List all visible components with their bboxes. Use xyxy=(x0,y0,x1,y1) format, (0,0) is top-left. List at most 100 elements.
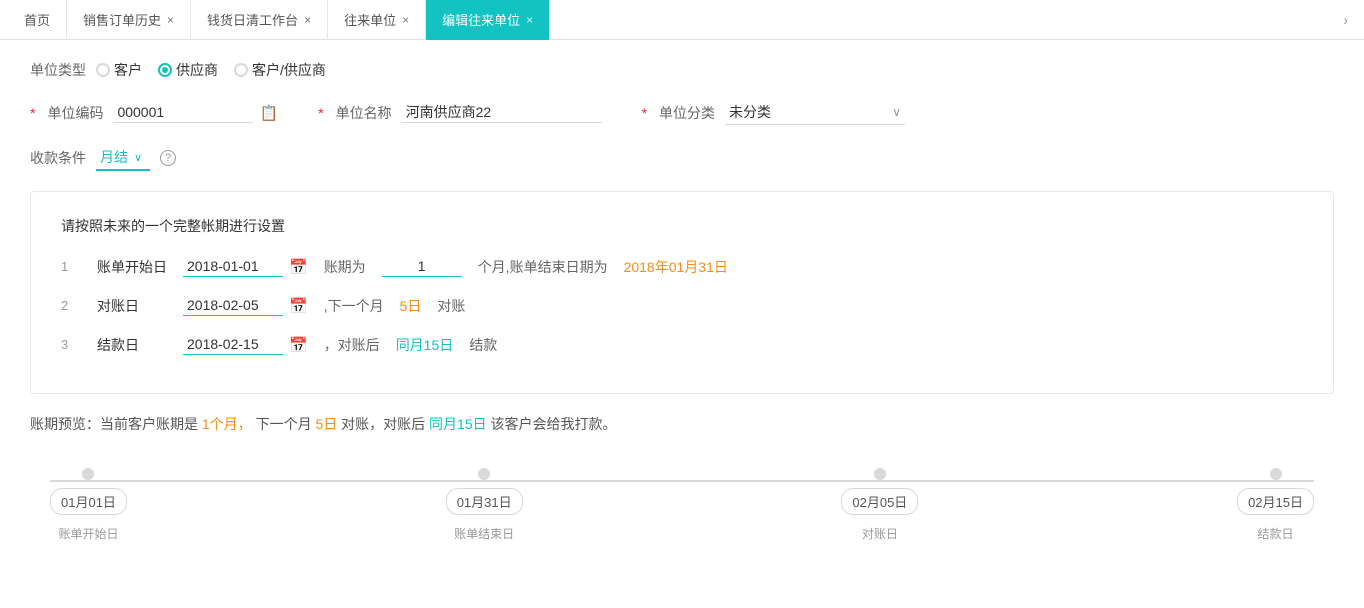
unit-name-input[interactable] xyxy=(402,102,602,123)
timeline-dot-1 xyxy=(478,468,490,480)
timeline-item-1: 01月31日 账单结束日 xyxy=(446,468,523,542)
radio-both-label: 客户/供应商 xyxy=(252,60,326,80)
date-input-2[interactable] xyxy=(183,295,283,316)
payment-chevron-icon: ∨ xyxy=(134,151,142,164)
chevron-down-icon: ∨ xyxy=(892,105,901,119)
row-num-3: 3 xyxy=(61,337,81,352)
period-row-3: 3 结款日 📅 ，对账后 同月15日 结款 xyxy=(61,334,1303,355)
day-highlight-3: 同月15日 xyxy=(396,335,454,355)
unit-category-select[interactable]: 未分类 ∨ xyxy=(725,100,905,125)
required-star-name: * xyxy=(318,105,323,121)
preview-section: 账期预览：当前客户账期是 1个月， 下一个月 5日 对账，对账后 同月15日 该… xyxy=(30,414,1334,434)
date-input-1[interactable] xyxy=(183,256,283,277)
radio-customer[interactable]: 客户 xyxy=(96,60,142,80)
timeline-dot-0 xyxy=(82,468,94,480)
required-star-category: * xyxy=(642,105,647,121)
close-tab-edit-partner[interactable]: × xyxy=(526,13,533,27)
timeline-item-0: 01月01日 账单开始日 xyxy=(50,468,127,542)
preview-middle: 下一个月 xyxy=(256,416,312,432)
close-tab-cash-work[interactable]: × xyxy=(304,13,311,27)
unit-code-calendar-icon[interactable]: 📋 xyxy=(259,104,278,122)
tab-sales-history[interactable]: 销售订单历史 × xyxy=(67,0,191,40)
payment-condition-row: 收款条件 月结 ∨ ? xyxy=(30,145,1334,171)
period-title: 请按照未来的一个完整帐期进行设置 xyxy=(61,216,1303,236)
timeline-label-2: 对账日 xyxy=(862,525,898,542)
radio-supplier[interactable]: 供应商 xyxy=(158,60,218,80)
unit-info-row: * 单位编码 📋 * 单位名称 * 单位分类 未分类 ∨ xyxy=(30,100,1334,125)
radio-circle-both xyxy=(234,63,248,77)
radio-circle-supplier xyxy=(158,63,172,77)
period-row-2: 2 对账日 📅 ,下一个月 5日 对账 xyxy=(61,295,1303,316)
payment-condition-value: 月结 xyxy=(100,147,128,167)
unit-code-input[interactable] xyxy=(113,102,253,123)
timeline-items: 01月01日 账单开始日 01月31日 账单结束日 02月05日 对账日 02月… xyxy=(50,468,1314,542)
month-input-1[interactable] xyxy=(382,256,462,277)
tab-partner-label: 往来单位 xyxy=(344,10,396,29)
payment-condition-select[interactable]: 月结 ∨ xyxy=(96,145,150,171)
radio-dot-supplier xyxy=(162,67,168,73)
unit-code-wrapper: 📋 xyxy=(113,102,278,123)
period-end-date-highlight: 2018年01月31日 xyxy=(624,257,728,277)
preview-highlight3: 同月15日 xyxy=(429,416,487,432)
radio-supplier-label: 供应商 xyxy=(176,60,218,80)
timeline-badge-2: 02月05日 xyxy=(841,488,918,515)
timeline-badge-3: 02月15日 xyxy=(1237,488,1314,515)
row-num-1: 1 xyxy=(61,259,81,274)
radio-circle-customer xyxy=(96,63,110,77)
preview-after-check: 对账，对账后 xyxy=(341,416,425,432)
suffix-row2: ,下一个月 xyxy=(324,296,384,316)
suffix-row3: ，对账后 xyxy=(324,335,380,355)
row-label-3: 结款日 xyxy=(97,335,167,355)
period-row-1: 1 账单开始日 📅 账期为 个月,账单结束日期为 2018年01月31日 xyxy=(61,256,1303,277)
payment-condition-label: 收款条件 xyxy=(30,148,86,168)
preview-highlight2: 5日 xyxy=(315,416,337,432)
tab-more-button[interactable]: › xyxy=(1335,12,1356,28)
timeline-label-1: 账单结束日 xyxy=(454,525,514,542)
row-label-2: 对账日 xyxy=(97,296,167,316)
close-tab-partner[interactable]: × xyxy=(402,13,409,27)
tab-home[interactable]: 首页 xyxy=(8,0,67,40)
calendar-icon-1[interactable]: 📅 xyxy=(289,258,308,276)
tab-cash-work-label: 钱货日清工作台 xyxy=(207,10,298,29)
tab-home-label: 首页 xyxy=(24,10,50,29)
radio-customer-label: 客户 xyxy=(114,60,142,80)
tab-edit-partner[interactable]: 编辑往来单位 × xyxy=(426,0,550,40)
unit-category-value: 未分类 xyxy=(729,102,892,122)
row-num-2: 2 xyxy=(61,298,81,313)
tab-partner[interactable]: 往来单位 × xyxy=(328,0,426,40)
timeline-label-3: 结款日 xyxy=(1258,525,1294,542)
required-star-code: * xyxy=(30,105,35,121)
timeline-dot-2 xyxy=(874,468,886,480)
help-icon[interactable]: ? xyxy=(160,150,176,166)
timeline-dot-3 xyxy=(1270,468,1282,480)
row-label-1: 账单开始日 xyxy=(97,257,167,277)
unit-name-label: 单位名称 xyxy=(336,103,392,123)
day-highlight-2: 5日 xyxy=(400,296,422,316)
date-wrapper-3: 📅 xyxy=(183,334,308,355)
suffix-end-3: 结款 xyxy=(469,335,497,355)
unit-category-label: 单位分类 xyxy=(659,103,715,123)
calendar-icon-3[interactable]: 📅 xyxy=(289,336,308,354)
main-content: 单位类型 客户 供应商 客户/供应商 * 单位编码 📋 * xyxy=(0,40,1364,608)
date-input-3[interactable] xyxy=(183,334,283,355)
preview-prefix: 账期预览：当前客户账期是 xyxy=(30,416,198,432)
radio-both[interactable]: 客户/供应商 xyxy=(234,60,326,80)
timeline-badge-1: 01月31日 xyxy=(446,488,523,515)
timeline-item-2: 02月05日 对账日 xyxy=(841,468,918,542)
tab-edit-partner-label: 编辑往来单位 xyxy=(442,10,520,29)
date-wrapper-1: 📅 xyxy=(183,256,308,277)
timeline-wrapper: 01月01日 账单开始日 01月31日 账单结束日 02月05日 对账日 02月… xyxy=(30,458,1334,542)
unit-type-row: 单位类型 客户 供应商 客户/供应商 xyxy=(30,60,1334,80)
suffix-before-1: 账期为 xyxy=(324,257,366,277)
close-tab-sales-history[interactable]: × xyxy=(167,13,174,27)
timeline-item-3: 02月15日 结款日 xyxy=(1237,468,1314,542)
date-wrapper-2: 📅 xyxy=(183,295,308,316)
timeline-label-0: 账单开始日 xyxy=(58,525,118,542)
unit-type-radio-group: 客户 供应商 客户/供应商 xyxy=(96,60,326,80)
period-settings-box: 请按照未来的一个完整帐期进行设置 1 账单开始日 📅 账期为 个月,账单结束日期… xyxy=(30,191,1334,394)
timeline-badge-0: 01月01日 xyxy=(50,488,127,515)
tab-cash-work[interactable]: 钱货日清工作台 × xyxy=(191,0,328,40)
unit-code-label: 单位编码 xyxy=(47,103,103,123)
calendar-icon-2[interactable]: 📅 xyxy=(289,297,308,315)
suffix-after-1: 个月,账单结束日期为 xyxy=(478,257,608,277)
